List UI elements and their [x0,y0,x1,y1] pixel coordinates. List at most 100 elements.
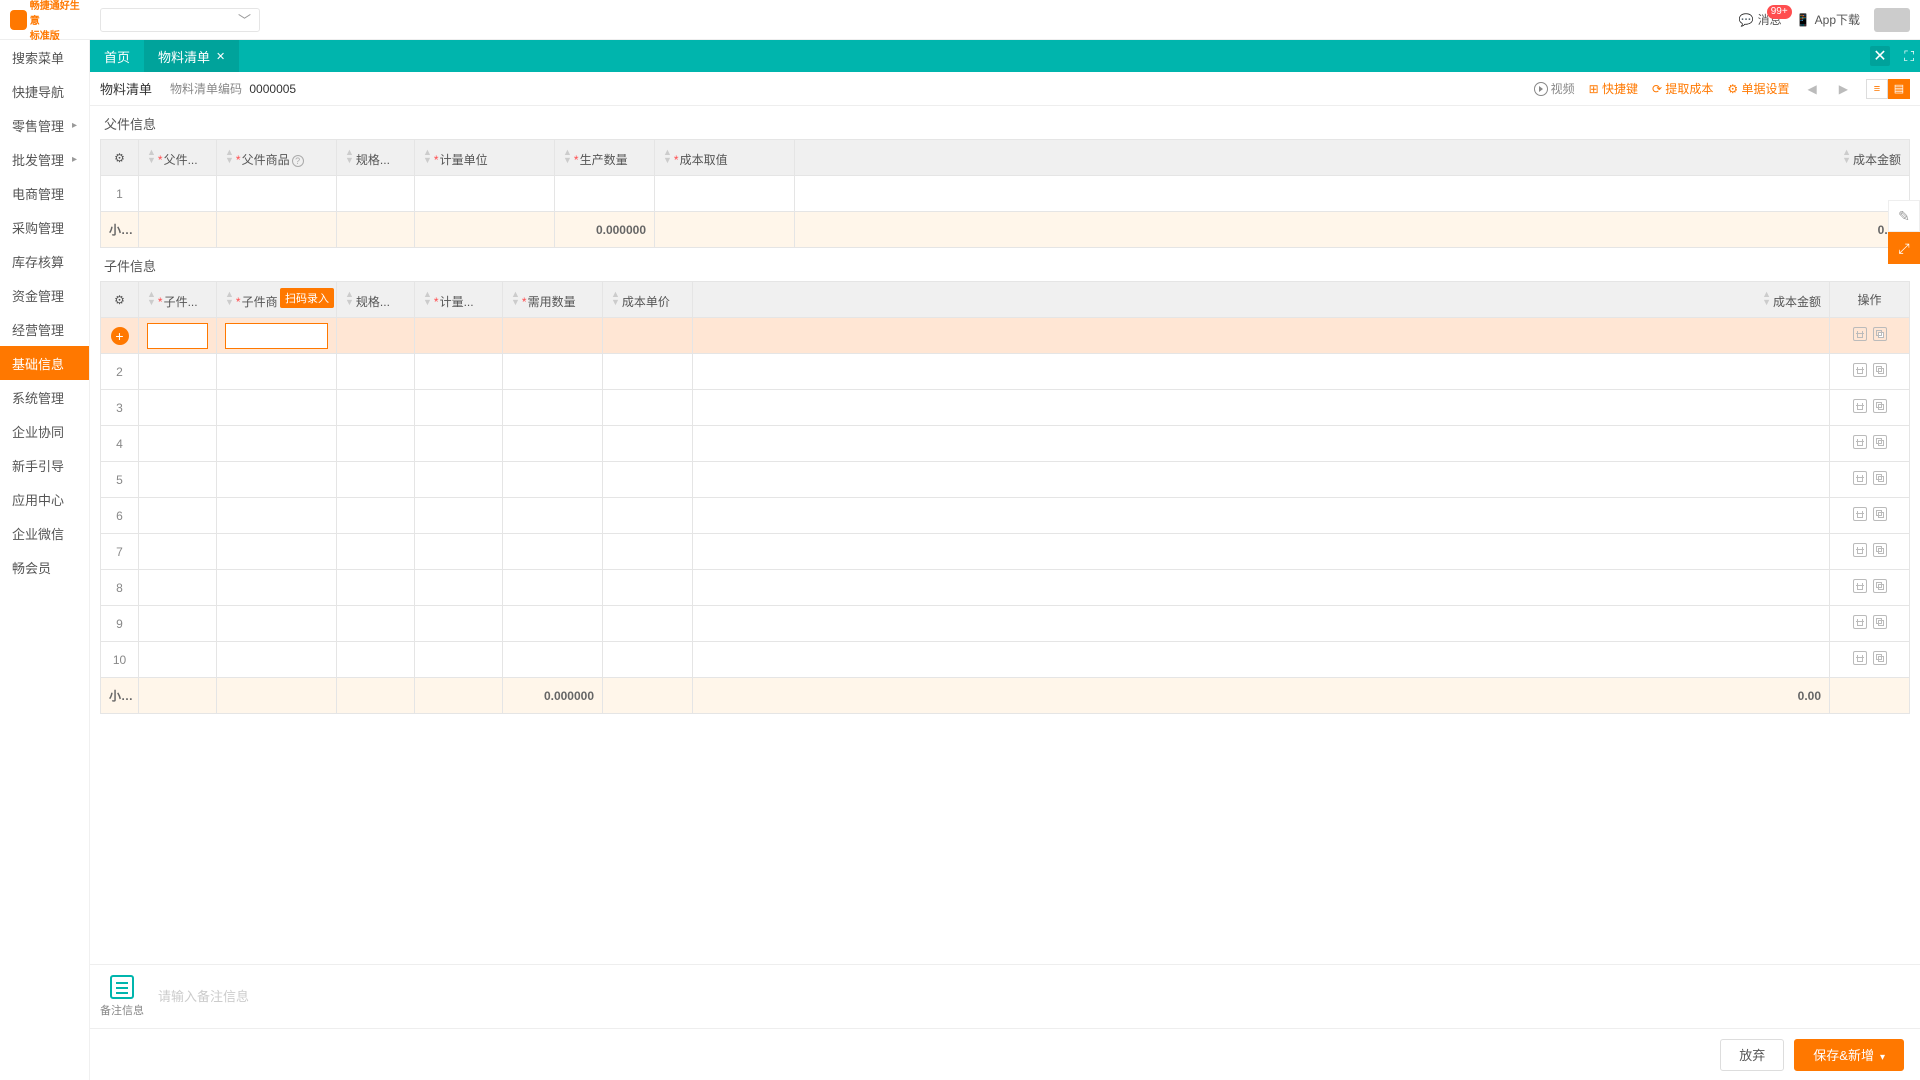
col-parent-unit[interactable]: ▲▼*计量单位 [415,140,555,176]
copy-row-button[interactable] [1873,579,1887,593]
col-parent-item[interactable]: ▲▼*父件商品? [217,140,337,176]
col-parent-qty[interactable]: ▲▼*生产数量 [555,140,655,176]
copy-row-button[interactable] [1873,471,1887,485]
table-row[interactable]: 10 [101,642,1910,678]
copy-row-button[interactable] [1873,507,1887,521]
table-row[interactable]: 1 [101,176,1910,212]
sidebar-item-10[interactable]: 系统管理 [0,380,89,414]
copy-row-button[interactable] [1873,615,1887,629]
col-child-amount[interactable]: ▲▼成本金额 [693,282,1830,318]
sidebar-item-14[interactable]: 企业微信 [0,516,89,550]
col-child-spec[interactable]: ▲▼规格... [337,282,415,318]
delete-row-button[interactable] [1853,579,1867,593]
col-child-code[interactable]: ▲▼*子件... [139,282,217,318]
delete-row-button[interactable] [1853,615,1867,629]
gear-icon[interactable]: ⚙ [101,282,139,318]
add-row-button[interactable]: + [111,327,129,345]
copy-row-button[interactable] [1873,651,1887,665]
sidebar-item-0[interactable]: 搜索菜单 [0,40,89,74]
sidebar-item-15[interactable]: 畅会员 [0,550,89,584]
col-child-item[interactable]: ▲▼*子件商扫码录入 [217,282,337,318]
sidebar-item-13[interactable]: 应用中心 [0,482,89,516]
child-code-input[interactable] [147,323,208,349]
delete-row-button[interactable] [1853,363,1867,377]
sidebar-item-9[interactable]: 基础信息 [0,346,89,380]
col-child-qty[interactable]: ▲▼*需用数量 [503,282,603,318]
sidebar-item-6[interactable]: 库存核算 [0,244,89,278]
table-row[interactable]: 8 [101,570,1910,606]
delete-row-button[interactable] [1853,471,1867,485]
help-icon[interactable]: ? [292,155,304,167]
copy-row-button[interactable] [1873,399,1887,413]
close-icon[interactable]: ✕ [216,50,225,63]
delete-row-button[interactable] [1853,543,1867,557]
table-row[interactable]: 7 [101,534,1910,570]
table-row[interactable]: + [101,318,1910,354]
col-parent-spec[interactable]: ▲▼规格... [337,140,415,176]
remark-input[interactable] [158,989,1910,1004]
sidebar-item-5[interactable]: 采购管理 [0,210,89,244]
table-row[interactable]: 3 [101,390,1910,426]
sidebar-item-4[interactable]: 电商管理 [0,176,89,210]
sidebar-item-label: 应用中心 [12,490,64,509]
tabbar: 首页 物料清单 ✕ ✕ ⛶ [90,40,1920,72]
sidebar-item-12[interactable]: 新手引导 [0,448,89,482]
col-parent-cost-src[interactable]: ▲▼*成本取值 [655,140,795,176]
col-child-unit[interactable]: ▲▼*计量... [415,282,503,318]
col-child-code-label: 子件... [164,295,198,309]
org-selector[interactable]: ﹀ [100,8,260,32]
sidebar-item-7[interactable]: 资金管理 [0,278,89,312]
video-link[interactable]: 视频 [1534,80,1575,97]
save-new-button[interactable]: 保存&新增▾ [1794,1039,1904,1071]
sidebar-item-11[interactable]: 企业协同 [0,414,89,448]
delete-row-button[interactable] [1853,651,1867,665]
avatar[interactable] [1874,8,1910,32]
sidebar-item-1[interactable]: 快捷导航 [0,74,89,108]
cancel-button[interactable]: 放弃 [1720,1039,1784,1071]
extract-cost-link[interactable]: ⟳ 提取成本 [1652,80,1713,97]
phone-icon: 📱 [1796,13,1811,27]
tab-home[interactable]: 首页 [90,40,144,72]
sidebar-item-8[interactable]: 经营管理 [0,312,89,346]
delete-row-button[interactable] [1853,327,1867,341]
sidebar-item-label: 畅会员 [12,558,51,577]
doc-setting-link[interactable]: ⚙ 单据设置 [1727,80,1789,97]
col-child-spec-label: 规格... [356,295,390,309]
scan-input-tag[interactable]: 扫码录入 [280,288,334,308]
delete-row-button[interactable] [1853,507,1867,521]
messages-button[interactable]: 💬 消息 99+ [1739,11,1782,28]
table-row[interactable]: 2 [101,354,1910,390]
copy-row-button[interactable] [1873,543,1887,557]
doc-code-label: 物料清单编码 [170,82,242,96]
gear-icon[interactable]: ⚙ [101,140,139,176]
table-row[interactable]: 6 [101,498,1910,534]
shortcut-link[interactable]: ⊞ 快捷键 [1589,80,1638,97]
table-row[interactable]: 5 [101,462,1910,498]
col-parent-code[interactable]: ▲▼*父件... [139,140,217,176]
col-parent-amount[interactable]: ▲▼成本金额 [795,140,1910,176]
col-child-price-label: 成本单价 [622,295,670,309]
prev-doc-button[interactable]: ◀ [1804,82,1821,96]
copy-row-button[interactable] [1873,327,1887,341]
view-list-button[interactable]: ≡ [1866,79,1888,99]
chevron-down-icon[interactable]: ▾ [1880,1052,1885,1063]
tab-bom[interactable]: 物料清单 ✕ [144,40,239,72]
view-form-button[interactable]: ▤ [1888,79,1910,99]
col-child-price[interactable]: ▲▼成本单价 [603,282,693,318]
child-item-input[interactable] [225,323,328,349]
tab-close-all[interactable]: ✕ [1870,46,1890,66]
sidebar-item-2[interactable]: 零售管理▸ [0,108,89,142]
expand-icon[interactable]: ⤢ [1888,232,1920,264]
table-row[interactable]: 9 [101,606,1910,642]
copy-row-button[interactable] [1873,363,1887,377]
sidebar-item-3[interactable]: 批发管理▸ [0,142,89,176]
fullscreen-icon[interactable]: ⛶ [1904,48,1914,65]
edit-icon[interactable]: ✎ [1888,200,1920,232]
delete-row-button[interactable] [1853,435,1867,449]
copy-row-button[interactable] [1873,435,1887,449]
delete-row-button[interactable] [1853,399,1867,413]
play-icon [1534,82,1548,96]
table-row[interactable]: 4 [101,426,1910,462]
next-doc-button[interactable]: ▶ [1835,82,1852,96]
app-download-button[interactable]: 📱 App下载 [1796,11,1860,28]
